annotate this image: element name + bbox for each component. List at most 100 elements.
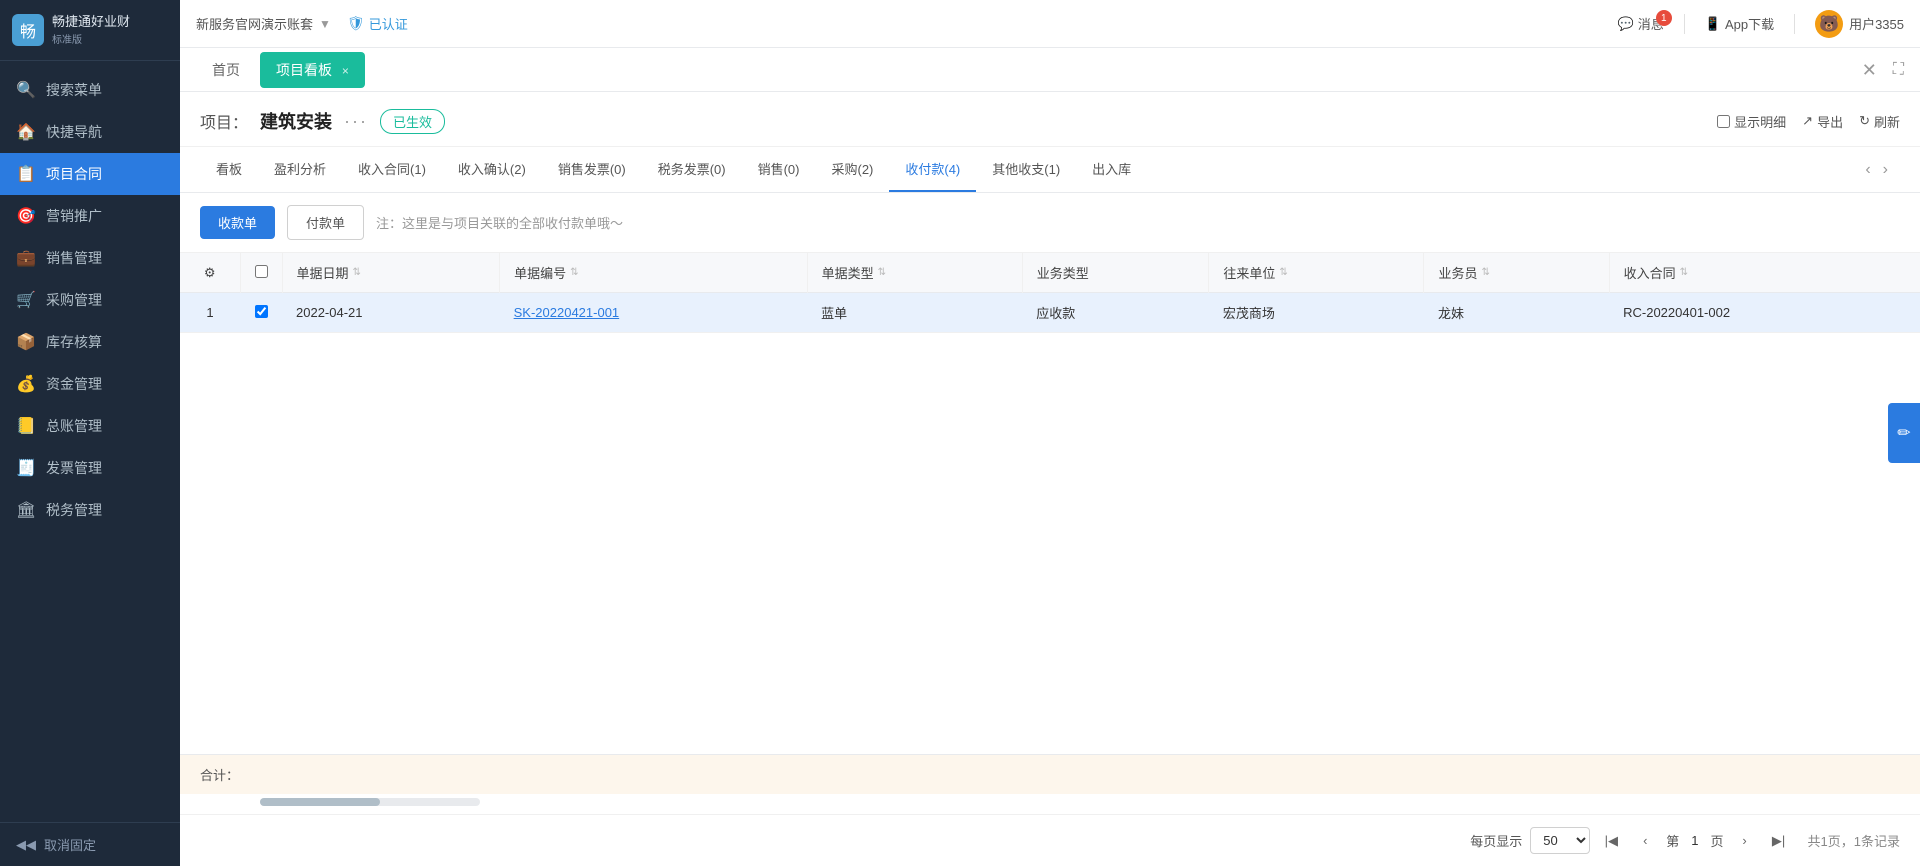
sidebar-item-6[interactable]: 📦库存核算 xyxy=(0,321,180,363)
table-container: ⚙ 单据日期⇅ 单据编号⇅ 单据类型⇅ 业务类型 往来单位⇅ 业务员⇅ 收入合同… xyxy=(180,253,1920,754)
cell-salesperson-0: 龙妹 xyxy=(1424,293,1609,333)
total-label: 合计： xyxy=(200,765,239,784)
topbar-divider-1 xyxy=(1684,14,1685,34)
table-row[interactable]: 1 2022-04-21 SK-20220421-001 蓝单 应收款 宏茂商场… xyxy=(180,293,1920,333)
shield-icon: 🛡 xyxy=(347,15,365,32)
sidebar-item-0[interactable]: 🔍搜索菜单 xyxy=(0,69,180,111)
app-download-button[interactable]: 📱 App下载 xyxy=(1705,14,1774,33)
col-biz-type: 业务类型 xyxy=(1022,253,1209,293)
page-total-info: 共1页，1条记录 xyxy=(1808,831,1900,850)
sidebar-item-10[interactable]: 🏛 税务管理 xyxy=(0,489,180,531)
cell-code-0[interactable]: SK-20220421-001 xyxy=(500,293,808,333)
settings-icon[interactable]: ⚙ xyxy=(204,265,216,280)
table-body: 1 2022-04-21 SK-20220421-001 蓝单 应收款 宏茂商场… xyxy=(180,293,1920,333)
sub-tab-6[interactable]: 销售(0) xyxy=(742,147,816,192)
nav-icon-8: 📒 xyxy=(16,416,36,436)
tab-project-board[interactable]: 项目看板 × xyxy=(260,52,365,88)
sort-partner-icon[interactable]: ⇅ xyxy=(1279,267,1287,278)
sidebar-item-8[interactable]: 📒 总账管理 xyxy=(0,405,180,447)
topbar-dropdown-icon[interactable]: ▼ xyxy=(319,17,331,31)
show-detail-input[interactable] xyxy=(1717,115,1730,128)
float-action-button[interactable]: ✏ xyxy=(1888,403,1920,463)
user-menu-button[interactable]: 🐻 用户3355 xyxy=(1815,10,1904,38)
sort-contract-icon[interactable]: ⇅ xyxy=(1680,267,1688,278)
sub-tab-7[interactable]: 采购(2) xyxy=(815,147,889,192)
scrollbar-track[interactable] xyxy=(260,798,480,806)
messages-button[interactable]: 💬 消息 1 xyxy=(1618,14,1664,33)
sub-tab-2[interactable]: 收入合同(1) xyxy=(342,147,442,192)
sub-tab-3[interactable]: 收入确认(2) xyxy=(442,147,542,192)
sub-tab-8[interactable]: 收付款(4) xyxy=(889,147,976,192)
tab-home[interactable]: 首页 xyxy=(196,52,256,88)
sidebar-item-9[interactable]: 🧾发票管理 xyxy=(0,447,180,489)
sidebar-item-1[interactable]: 🏠快捷导航 xyxy=(0,111,180,153)
window-maximize-button[interactable]: ⛶ xyxy=(1893,61,1904,79)
tab-close-icon[interactable]: × xyxy=(342,64,349,78)
scrollbar-thumb[interactable] xyxy=(260,798,380,806)
sub-tab-9[interactable]: 其他收支(1) xyxy=(976,147,1076,192)
sidebar-item-5[interactable]: 🛒采购管理 xyxy=(0,279,180,321)
page-next-btn[interactable]: › xyxy=(1732,828,1758,854)
sub-tab-0[interactable]: 看板 xyxy=(200,147,258,192)
sort-code-icon[interactable]: ⇅ xyxy=(570,267,578,278)
window-close-button[interactable]: ✕ xyxy=(1862,61,1877,79)
nav-label-9: 发票管理 xyxy=(46,458,102,478)
table-header-row: ⚙ 单据日期⇅ 单据编号⇅ 单据类型⇅ 业务类型 往来单位⇅ 业务员⇅ 收入合同… xyxy=(180,253,1920,293)
sub-tab-10[interactable]: 出入库 xyxy=(1076,147,1147,192)
current-page: 1 xyxy=(1687,833,1702,848)
sidebar-item-7[interactable]: 💰资金管理 xyxy=(0,363,180,405)
sidebar-footer[interactable]: ◀◀ 取消固定 xyxy=(0,822,180,866)
sort-salesperson-icon[interactable]: ⇅ xyxy=(1481,267,1489,278)
sidebar-item-2[interactable]: 📋项目合同 xyxy=(0,153,180,195)
col-contract: 收入合同⇅ xyxy=(1609,253,1920,293)
sort-date-icon[interactable]: ⇅ xyxy=(353,267,361,278)
payment-tab-button[interactable]: 付款单 xyxy=(287,205,364,240)
sidebar-item-4[interactable]: 💼销售管理 xyxy=(0,237,180,279)
export-button[interactable]: ↗ 导出 xyxy=(1802,112,1843,131)
row-checkbox-0[interactable] xyxy=(255,305,268,318)
page-last-btn[interactable]: ▶| xyxy=(1766,828,1792,854)
sub-tabs-next-icon[interactable]: › xyxy=(1879,157,1892,183)
col-type-label: 单据类型 xyxy=(822,263,874,282)
receipt-tab-button[interactable]: 收款单 xyxy=(200,206,275,239)
nav-icon-7: 💰 xyxy=(16,374,36,394)
app-title: 畅捷通好业财 xyxy=(52,14,130,31)
app-edition: 标准版 xyxy=(52,31,130,46)
content-area: 项目： 建筑安装 ··· 已生效 显示明细 ↗ 导出 ↻ 刷新 xyxy=(180,92,1920,866)
sidebar-item-3[interactable]: 🎯营销推广 xyxy=(0,195,180,237)
nav-label-4: 销售管理 xyxy=(46,248,102,268)
project-label: 项目： xyxy=(200,109,248,133)
page-first-btn[interactable]: |◀ xyxy=(1598,828,1624,854)
nav-label-3: 营销推广 xyxy=(46,206,102,226)
nav-label-10: 税务管理 xyxy=(46,500,102,520)
page-suffix: 页 xyxy=(1711,831,1724,850)
nav-label-8: 总账管理 xyxy=(46,416,102,436)
mobile-icon: 📱 xyxy=(1705,16,1721,32)
filter-row: 收款单 付款单 注：这里是与项目关联的全部收付款单哦～ xyxy=(180,193,1920,253)
scrollbar-row xyxy=(180,794,1920,814)
nav-icon-10: 🏛 xyxy=(16,500,36,520)
app-logo: 畅 xyxy=(12,14,44,46)
project-header: 项目： 建筑安装 ··· 已生效 显示明细 ↗ 导出 ↻ 刷新 xyxy=(180,92,1920,147)
sort-type-icon[interactable]: ⇅ xyxy=(878,267,886,278)
project-more-button[interactable]: ··· xyxy=(344,111,368,132)
show-detail-checkbox[interactable]: 显示明细 xyxy=(1717,112,1786,131)
receipts-table: ⚙ 单据日期⇅ 单据编号⇅ 单据类型⇅ 业务类型 往来单位⇅ 业务员⇅ 收入合同… xyxy=(180,253,1920,333)
sub-tab-5[interactable]: 税务发票(0) xyxy=(642,147,742,192)
sub-tab-4[interactable]: 销售发票(0) xyxy=(542,147,642,192)
sub-tabs-prev-icon[interactable]: ‹ xyxy=(1861,157,1874,183)
per-page-select[interactable]: 50 100 200 xyxy=(1530,827,1590,854)
col-code-label: 单据编号 xyxy=(514,263,566,282)
sub-tab-1[interactable]: 盈利分析 xyxy=(258,147,342,192)
cell-checkbox-0[interactable] xyxy=(240,293,282,333)
refresh-button[interactable]: ↻ 刷新 xyxy=(1859,112,1900,131)
main-area: 新服务官网演示账套 ▼ 🛡 已认证 💬 消息 1 📱 App下载 🐻 用户335… xyxy=(180,0,1920,866)
col-code: 单据编号 ⇅ xyxy=(500,253,808,293)
page-prev-btn[interactable]: ‹ xyxy=(1632,828,1658,854)
cell-contract-0: RC-20220401-002 xyxy=(1609,293,1920,333)
unpin-icon: ◀◀ xyxy=(16,837,36,853)
select-all-checkbox[interactable] xyxy=(255,265,268,278)
topbar-project[interactable]: 新服务官网演示账套 ▼ xyxy=(196,14,331,33)
header-actions: 显示明细 ↗ 导出 ↻ 刷新 xyxy=(1717,112,1900,131)
code-link-0[interactable]: SK-20220421-001 xyxy=(514,305,620,320)
